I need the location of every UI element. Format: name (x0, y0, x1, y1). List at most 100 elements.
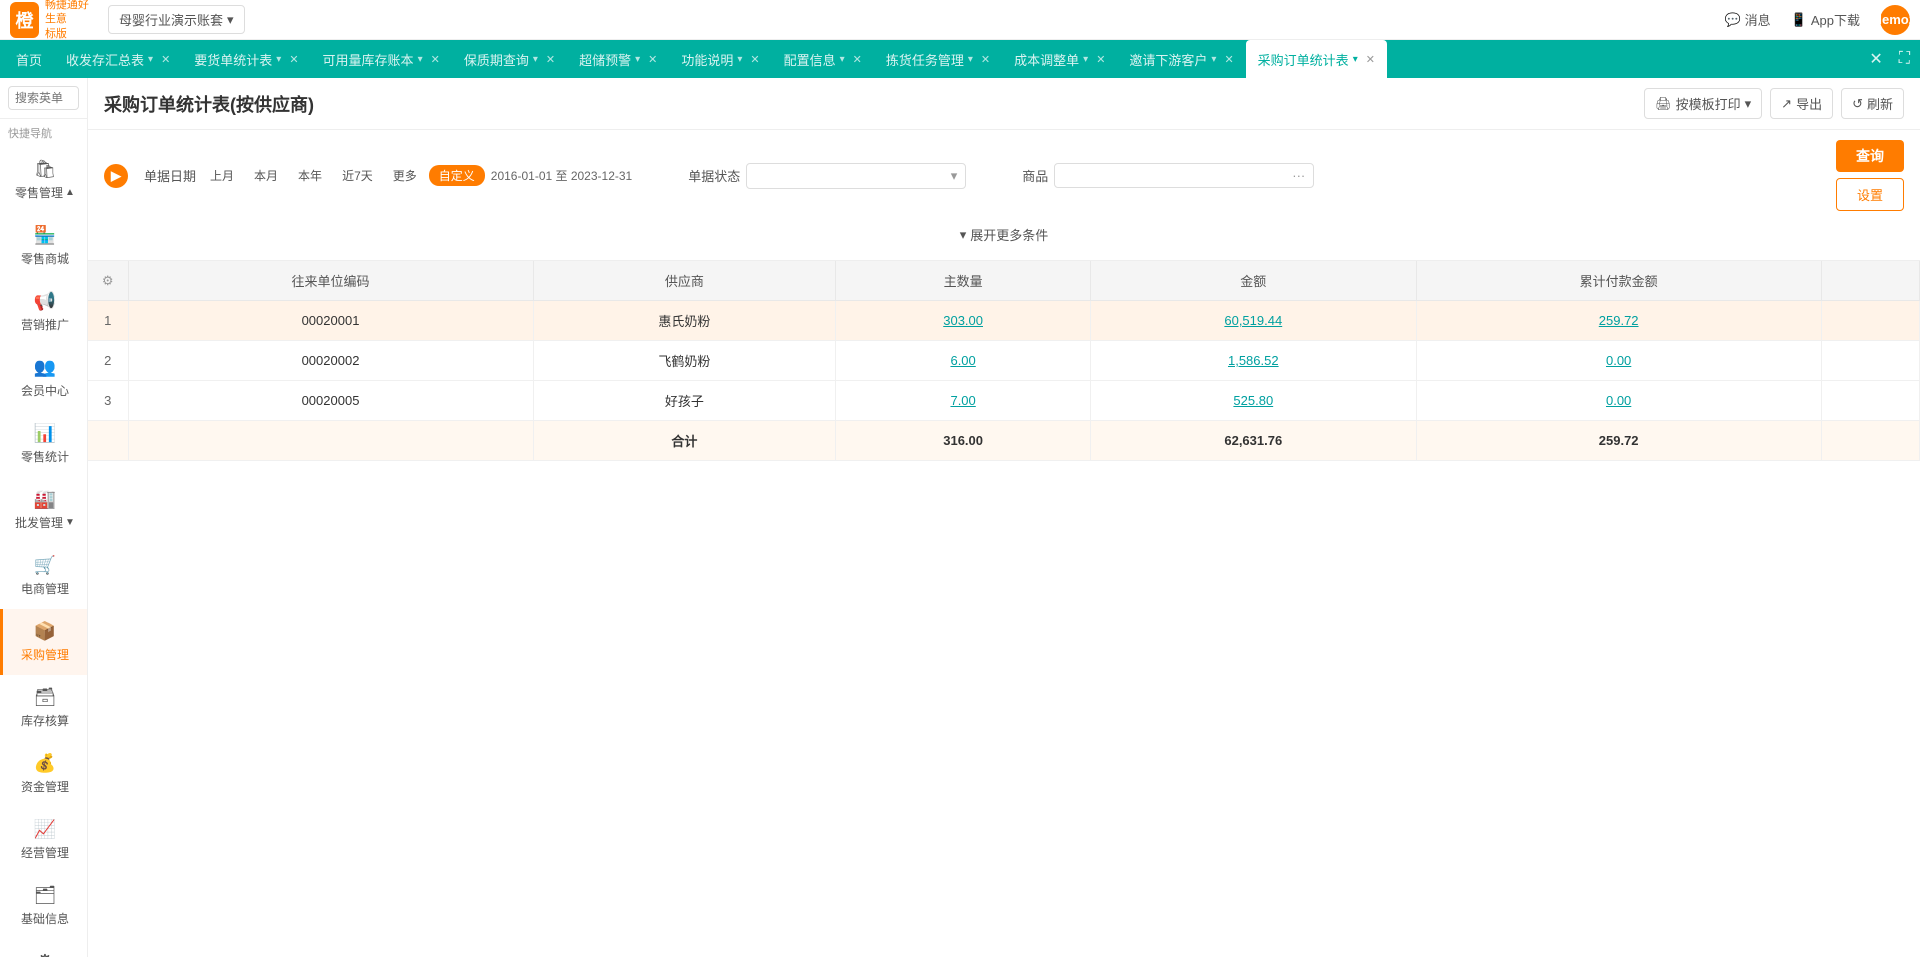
row-amount-3: 525.80 (1090, 381, 1416, 421)
footer-amount: 62,631.76 (1090, 421, 1416, 461)
row-paid-2: 0.00 (1416, 341, 1821, 381)
expand-more-area: ▾ 展开更多条件 (104, 219, 1904, 250)
export-icon: ↗ (1781, 96, 1792, 112)
status-select-arrow: ▾ (951, 168, 958, 184)
filter-actions: 查询 设置 (1836, 140, 1904, 211)
tab-cost-adjust[interactable]: 成本调整单 ▾ ✕ (1002, 40, 1117, 78)
col-quantity-header: 主数量 (836, 261, 1091, 301)
close-icon[interactable]: ✕ (1096, 53, 1105, 66)
close-icon[interactable]: ✕ (750, 53, 759, 66)
tab-function-desc[interactable]: 功能说明 ▾ ✕ (669, 40, 771, 78)
wholesale-icon: 🏭 (34, 489, 56, 510)
close-icon[interactable]: ✕ (289, 53, 298, 66)
col-amount-header: 金额 (1090, 261, 1416, 301)
close-icon[interactable]: ✕ (1224, 53, 1233, 66)
page-header-actions: 🖨 按模板打印 ▾ ↗ 导出 ↺ 刷新 (1644, 88, 1904, 119)
tab-arrow: ▾ (840, 54, 845, 65)
close-icon[interactable]: ✕ (981, 53, 990, 66)
sidebar-item-inventory[interactable]: 🗃 库存核算 (0, 675, 87, 741)
date-range-display: 2016-01-01 至 2023-12-31 (491, 167, 632, 184)
row-code-3: 00020005 (128, 381, 533, 421)
export-btn[interactable]: ↗ 导出 (1770, 88, 1833, 119)
sidebar-item-retail-stats[interactable]: 📊 零售统计 (0, 411, 87, 477)
tab-invite-downstream[interactable]: 邀请下游客户 ▾ ✕ (1117, 40, 1245, 78)
table-container: ⚙ 往来单位编码 供应商 主数量 金额 累计付款金额 1 00020001 (88, 261, 1920, 957)
close-icon[interactable]: ✕ (431, 53, 440, 66)
sidebar-item-retail-mall[interactable]: 🏪 零售商城 (0, 213, 87, 279)
close-icon[interactable]: ✕ (161, 53, 170, 66)
status-select[interactable]: ▾ (746, 163, 966, 189)
col-settings-header: ⚙ (88, 261, 128, 301)
tab-purchase-order-stats[interactable]: 采购订单统计表 ▾ ✕ (1246, 40, 1387, 78)
row-supplier-3: 好孩子 (533, 381, 836, 421)
col-paid-header: 累计付款金额 (1416, 261, 1821, 301)
template-print-btn[interactable]: 🖨 按模板打印 ▾ (1644, 88, 1762, 119)
refresh-btn[interactable]: ↺ 刷新 (1841, 88, 1904, 119)
sidebar-item-operations[interactable]: 📈 经营管理 (0, 807, 87, 873)
row-code-1: 00020001 (128, 301, 533, 341)
column-settings-icon[interactable]: ⚙ (102, 273, 114, 288)
settings-btn[interactable]: 设置 (1836, 178, 1904, 211)
tab-config-info[interactable]: 配置信息 ▾ ✕ (772, 40, 874, 78)
row-num-3: 3 (88, 381, 128, 421)
close-icon-active[interactable]: ✕ (1366, 53, 1375, 66)
tab-order-stats[interactable]: 要货单统计表 ▾ ✕ (182, 40, 310, 78)
sidebar-item-wholesale[interactable]: 🏭 批发管理 ▼ (0, 477, 87, 543)
table-header-row: ⚙ 往来单位编码 供应商 主数量 金额 累计付款金额 (88, 261, 1920, 301)
row-num-1: 1 (88, 301, 128, 341)
finance-icon: 💰 (34, 753, 56, 774)
close-icon[interactable]: ✕ (546, 53, 555, 66)
table-row: 1 00020001 惠氏奶粉 303.00 60,519.44 259.72 (88, 301, 1920, 341)
tab-arrow: ▾ (1083, 54, 1088, 65)
shortcut-7days[interactable]: 近7天 (334, 165, 381, 186)
app-logo: 橙 畅捷通好生意 标版 (10, 0, 98, 41)
user-avatar[interactable]: demo2 (1880, 5, 1910, 35)
search-btn[interactable]: 查询 (1836, 140, 1904, 172)
goods-more-btn[interactable]: ··· (1284, 168, 1313, 183)
sidebar-item-system[interactable]: ⚙ 系统管理 (0, 939, 87, 957)
page-header: 采购订单统计表(按供应商) 🖨 按模板打印 ▾ ↗ 导出 ↺ 刷新 (88, 78, 1920, 130)
tab-pick-task[interactable]: 拣货任务管理 ▾ ✕ (874, 40, 1002, 78)
expand-more-btn[interactable]: ▾ 展开更多条件 (954, 219, 1055, 250)
status-filter-item: 单据状态 ▾ (688, 163, 966, 189)
goods-filter-item: 商品 ··· (1022, 163, 1314, 188)
nav-maximize-btn[interactable]: ⛶ (1893, 50, 1916, 68)
row-num-2: 2 (88, 341, 128, 381)
tab-receive-summary[interactable]: 收发存汇总表 ▾ ✕ (54, 40, 182, 78)
date-shortcuts: 上月 本月 本年 近7天 更多 自定义 (202, 165, 485, 186)
close-icon[interactable]: ✕ (853, 53, 862, 66)
data-table: ⚙ 往来单位编码 供应商 主数量 金额 累计付款金额 1 00020001 (88, 261, 1920, 461)
goods-input[interactable] (1055, 164, 1284, 187)
app-download-btn[interactable]: 📱 App下载 (1791, 10, 1860, 29)
sidebar-item-finance[interactable]: 💰 资金管理 (0, 741, 87, 807)
table-footer-row: 合计 316.00 62,631.76 259.72 (88, 421, 1920, 461)
sidebar-item-ecommerce[interactable]: 🛒 电商管理 (0, 543, 87, 609)
table-row: 3 00020005 好孩子 7.00 525.80 0.00 (88, 381, 1920, 421)
tab-arrow: ▾ (533, 54, 538, 65)
filter-toggle-btn[interactable]: ▶ (104, 164, 128, 188)
tab-expiry-query[interactable]: 保质期查询 ▾ ✕ (452, 40, 567, 78)
shortcut-last-month[interactable]: 上月 (202, 165, 242, 186)
footer-label: 合计 (533, 421, 836, 461)
sidebar-item-member[interactable]: 👥 会员中心 (0, 345, 87, 411)
shortcut-more[interactable]: 更多 (385, 165, 425, 186)
sidebar-item-retail[interactable]: 🛍 零售管理 ▲ (0, 147, 87, 213)
tab-home[interactable]: 首页 (4, 40, 54, 78)
tab-overstock-warning[interactable]: 超储预警 ▾ ✕ (567, 40, 669, 78)
sidebar-item-marketing[interactable]: 📢 营销推广 (0, 279, 87, 345)
nav-close-btn[interactable]: ✕ (1863, 49, 1888, 69)
sidebar-item-purchase[interactable]: 📦 采购管理 (0, 609, 87, 675)
shortcut-this-month[interactable]: 本月 (246, 165, 286, 186)
tab-usable-inventory[interactable]: 可用量库存账本 ▾ ✕ (311, 40, 452, 78)
row-quantity-2: 6.00 (836, 341, 1091, 381)
shortcut-this-year[interactable]: 本年 (290, 165, 330, 186)
tab-arrow: ▾ (635, 54, 640, 65)
close-icon[interactable]: ✕ (648, 53, 657, 66)
message-btn[interactable]: 💬 消息 (1724, 10, 1770, 29)
sidebar-item-basic[interactable]: 🗂 基础信息 (0, 873, 87, 939)
refresh-icon: ↺ (1852, 96, 1863, 112)
row-amount-1: 60,519.44 (1090, 301, 1416, 341)
workspace-selector[interactable]: 母婴行业演示账套 ▾ (108, 5, 245, 34)
shortcut-custom[interactable]: 自定义 (429, 165, 485, 186)
search-input[interactable] (8, 86, 79, 110)
